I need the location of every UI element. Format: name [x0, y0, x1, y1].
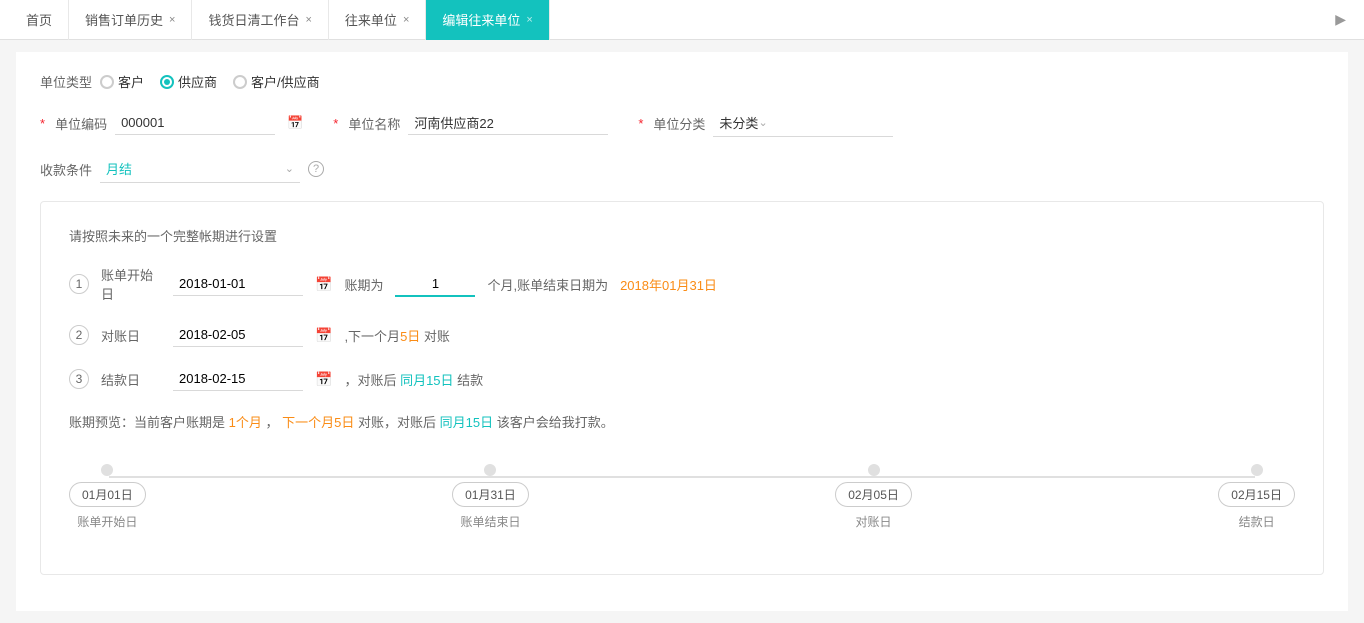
unit-class-value: 未分类: [719, 113, 758, 132]
payment-group: 收款条件 月结 ⌄ ?: [40, 155, 324, 183]
payment-value: 月结: [106, 159, 285, 178]
period-for-label: 账期为: [344, 275, 383, 294]
calendar-icon[interactable]: 📅: [287, 115, 303, 131]
content-area: 单位类型 客户 供应商 客户/供应商 * 单位编码: [16, 52, 1348, 611]
preview-text: 账期预览：当前客户账期是 1个月 ， 下一个月5日 对账，对账后 同月15日 该…: [69, 411, 1295, 434]
unit-type-label: 单位类型: [40, 72, 92, 91]
unit-name-input[interactable]: [408, 111, 608, 135]
period-card: 请按照未来的一个完整帐期进行设置 1 账单开始日 📅 账期为 个月,账单结束日期…: [40, 201, 1324, 575]
tab-sales-history[interactable]: 销售订单历史 ×: [69, 0, 192, 40]
period-row-1: 1 账单开始日 📅 账期为 个月,账单结束日期为 2018年01月31日: [69, 265, 1295, 303]
tl-badge-0: 01月01日: [69, 482, 146, 507]
required-star2: *: [333, 116, 338, 131]
timeline-point-0: 01月01日 账单开始日: [69, 464, 146, 530]
month-count-input[interactable]: [395, 272, 475, 297]
radio-supplier[interactable]: 供应商: [160, 72, 217, 91]
period-num-3: 3: [69, 369, 89, 389]
end-date-text: 2018年01月31日: [620, 275, 717, 294]
period-row-3: 3 结款日 📅 ，对账后 同月15日 结款: [69, 367, 1295, 391]
unit-name-group: * 单位名称: [333, 111, 608, 135]
chevron-down-icon2: ⌄: [285, 162, 294, 175]
period-row-2: 2 对账日 📅 ,下一个月5日 对账: [69, 323, 1295, 347]
timeline-point-1: 01月31日 账单结束日: [452, 464, 529, 530]
required-star3: *: [638, 116, 643, 131]
unit-class-label: 单位分类: [653, 114, 705, 133]
timeline: 01月01日 账单开始日 01月31日 账单结束日 02月05日 对账日 02月…: [69, 454, 1295, 550]
payment-label: 收款条件: [40, 160, 92, 179]
unit-info-row: * 单位编码 📅 * 单位名称 * 单位分类 未分类 ⌄: [40, 109, 1324, 137]
chevron-down-icon: ⌄: [758, 116, 767, 129]
radio-customer-supplier[interactable]: 客户/供应商: [233, 72, 320, 91]
required-star: *: [40, 116, 45, 131]
radio-customer[interactable]: 客户: [100, 72, 144, 91]
calendar-icon-2[interactable]: 📅: [315, 327, 332, 344]
close-icon[interactable]: ×: [305, 14, 311, 26]
tab-workbench[interactable]: 钱货日清工作台 ×: [192, 0, 328, 40]
tab-home[interactable]: 首页: [10, 0, 69, 40]
unit-code-label: 单位编码: [55, 114, 107, 133]
tl-badge-1: 01月31日: [452, 482, 529, 507]
card-title: 请按照未来的一个完整帐期进行设置: [69, 226, 1295, 245]
recon-suffix: ,下一个月5日 对账: [344, 326, 449, 345]
timeline-point-3: 02月15日 结款日: [1218, 464, 1295, 530]
tab-more-arrow[interactable]: ▶: [1327, 11, 1354, 28]
payment-date-input[interactable]: [173, 367, 303, 391]
tl-badge-2: 02月05日: [835, 482, 912, 507]
unit-type-row: 单位类型 客户 供应商 客户/供应商: [40, 72, 1324, 91]
recon-date-input[interactable]: [173, 323, 303, 347]
calendar-icon-3[interactable]: 📅: [315, 371, 332, 388]
tab-partner[interactable]: 往来单位 ×: [329, 0, 426, 40]
period-label-2: 对账日: [101, 326, 161, 345]
tl-badge-3: 02月15日: [1218, 482, 1295, 507]
payment-suffix: ，对账后 同月15日 结款: [344, 370, 483, 389]
period-label-1: 账单开始日: [101, 265, 161, 303]
calendar-icon-1[interactable]: 📅: [315, 276, 332, 293]
period-num-2: 2: [69, 325, 89, 345]
tl-label-3: 结款日: [1239, 513, 1275, 530]
tabs-bar: 首页 销售订单历史 × 钱货日清工作台 × 往来单位 × 编辑往来单位 × ▶: [0, 0, 1364, 40]
unit-class-dropdown[interactable]: 未分类 ⌄: [713, 109, 893, 137]
month-suffix: 个月,账单结束日期为: [487, 275, 608, 294]
tl-label-2: 对账日: [856, 513, 892, 530]
payment-row: 收款条件 月结 ⌄ ?: [40, 155, 1324, 183]
unit-name-label: 单位名称: [348, 114, 400, 133]
help-icon[interactable]: ?: [308, 161, 324, 177]
unit-code-input[interactable]: [115, 111, 275, 135]
start-date-input[interactable]: [173, 272, 303, 296]
period-label-3: 结款日: [101, 370, 161, 389]
timeline-point-2: 02月05日 对账日: [835, 464, 912, 530]
tl-label-0: 账单开始日: [77, 513, 137, 530]
period-num-1: 1: [69, 274, 89, 294]
unit-type-group: 单位类型 客户 供应商 客户/供应商: [40, 72, 320, 91]
tab-edit-partner[interactable]: 编辑往来单位 ×: [426, 0, 549, 40]
tl-label-1: 账单结束日: [460, 513, 520, 530]
timeline-points: 01月01日 账单开始日 01月31日 账单结束日 02月05日 对账日 02月…: [69, 464, 1295, 530]
close-icon[interactable]: ×: [526, 14, 532, 26]
unit-type-radio-group: 客户 供应商 客户/供应商: [100, 72, 320, 91]
close-icon[interactable]: ×: [169, 14, 175, 26]
payment-dropdown[interactable]: 月结 ⌄: [100, 155, 300, 183]
close-icon[interactable]: ×: [403, 14, 409, 26]
unit-code-group: * 单位编码 📅: [40, 111, 303, 135]
unit-class-group: * 单位分类 未分类 ⌄: [638, 109, 893, 137]
